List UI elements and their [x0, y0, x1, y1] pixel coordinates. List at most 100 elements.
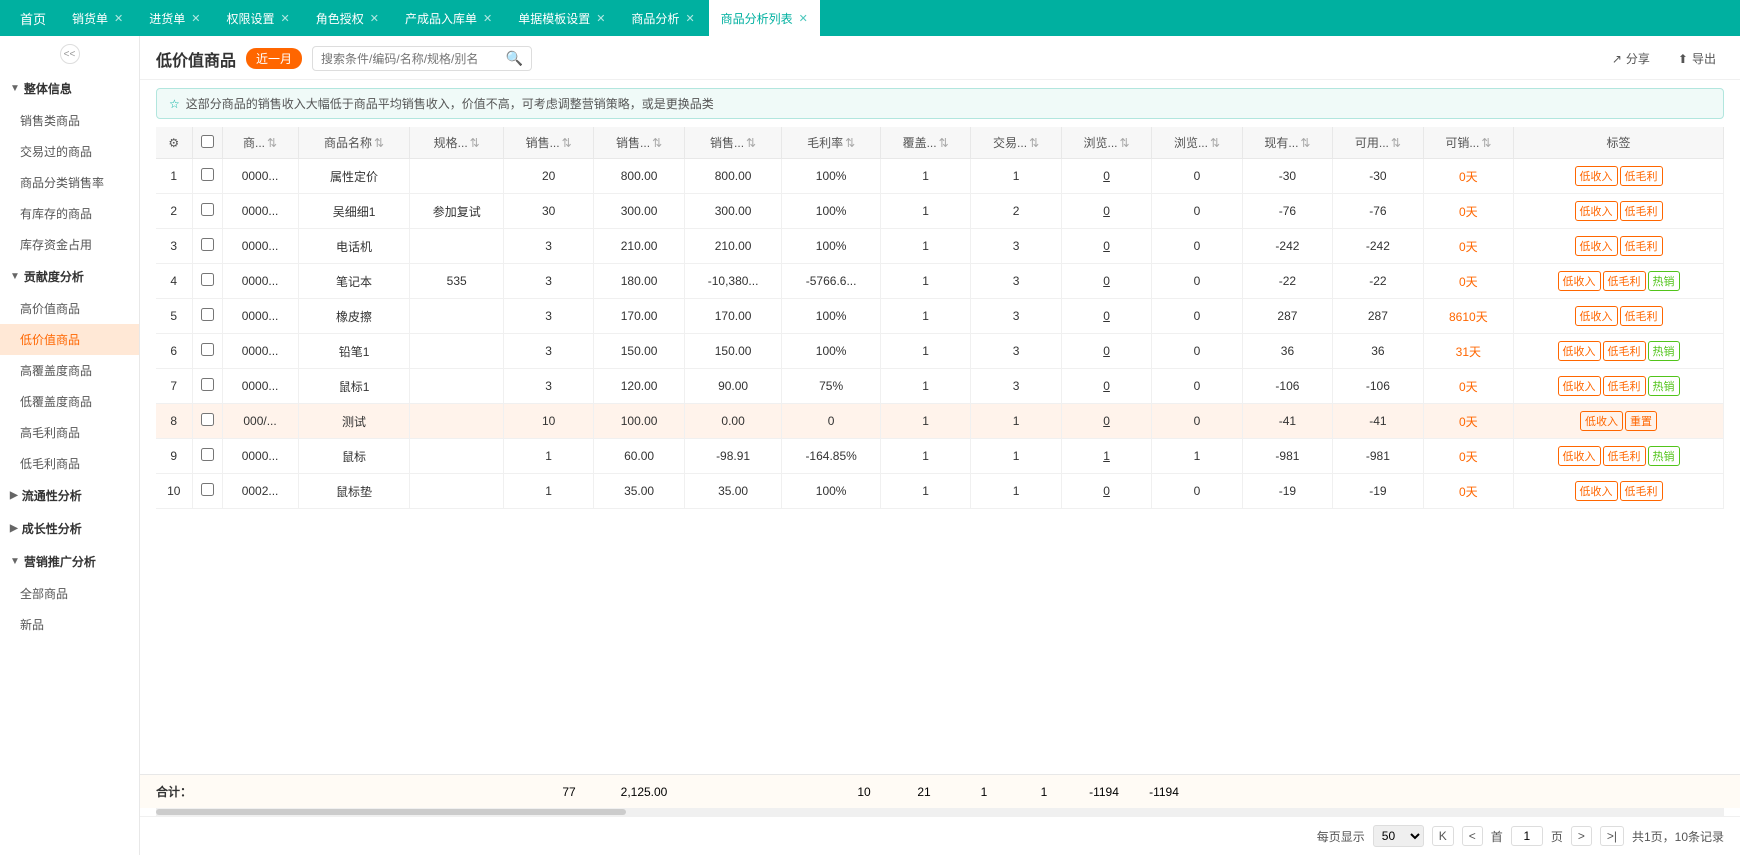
row-checkbox[interactable]: [201, 448, 214, 461]
sidebar-group-liquidity[interactable]: ▶ 流通性分析: [0, 479, 139, 512]
nav-permissions[interactable]: 权限设置 ✕: [214, 0, 301, 36]
sidebar-item-new-products[interactable]: 新品: [0, 609, 139, 640]
views-link[interactable]: 0: [1103, 379, 1110, 393]
views-link[interactable]: 0: [1103, 414, 1110, 428]
views-link[interactable]: 0: [1103, 169, 1110, 183]
close-icon[interactable]: ✕: [596, 12, 605, 25]
close-icon[interactable]: ✕: [281, 12, 290, 25]
row-spec: 参加复试: [410, 194, 503, 229]
row-checkbox[interactable]: [201, 273, 214, 286]
th-views1[interactable]: 浏览...⇅: [1061, 127, 1151, 159]
export-button[interactable]: ⬆ 导出: [1670, 46, 1724, 71]
row-checkbox-cell[interactable]: [192, 439, 222, 474]
th-product-name[interactable]: 商品名称⇅: [298, 127, 410, 159]
sidebar-item-category-sales-rate[interactable]: 商品分类销售率: [0, 167, 139, 198]
sidebar-group-overall[interactable]: ▼ 整体信息: [0, 72, 139, 105]
views-link[interactable]: 0: [1103, 239, 1110, 253]
th-code[interactable]: 商...⇅: [222, 127, 298, 159]
row-checkbox[interactable]: [201, 483, 214, 496]
table-wrapper[interactable]: ⚙ 商...⇅ 商品名称⇅ 规格...⇅ 销售...⇅ 销售...⇅ 销售...…: [156, 127, 1724, 774]
sidebar-item-stock-capital[interactable]: 库存资金占用: [0, 229, 139, 260]
prev-page-button[interactable]: <: [1462, 826, 1483, 846]
th-checkbox[interactable]: [192, 127, 222, 159]
nav-product-analysis[interactable]: 商品分析 ✕: [619, 0, 706, 36]
page-number-input[interactable]: [1511, 826, 1543, 846]
th-sales1[interactable]: 销售...⇅: [503, 127, 593, 159]
row-checkbox[interactable]: [201, 238, 214, 251]
select-all-checkbox[interactable]: [201, 135, 214, 148]
row-checkbox[interactable]: [201, 343, 214, 356]
sidebar-item-traded-products[interactable]: 交易过的商品: [0, 136, 139, 167]
th-stock-available[interactable]: 可用...⇅: [1333, 127, 1423, 159]
row-sales1: 3: [503, 334, 593, 369]
th-gross-margin[interactable]: 毛利率⇅: [782, 127, 881, 159]
views-link[interactable]: 0: [1103, 344, 1110, 358]
sidebar-item-high-coverage[interactable]: 高覆盖度商品: [0, 355, 139, 386]
sidebar-item-high-margin[interactable]: 高毛利商品: [0, 417, 139, 448]
views-link[interactable]: 0: [1103, 309, 1110, 323]
sidebar-item-stock-products[interactable]: 有库存的商品: [0, 198, 139, 229]
nav-role-auth[interactable]: 角色授权 ✕: [304, 0, 391, 36]
th-stock-sellable[interactable]: 可销...⇅: [1423, 127, 1513, 159]
row-transactions: 1: [971, 404, 1061, 439]
row-checkbox[interactable]: [201, 203, 214, 216]
th-settings[interactable]: ⚙: [156, 127, 192, 159]
sidebar-collapse-button[interactable]: <<: [60, 44, 80, 64]
close-icon[interactable]: ✕: [483, 12, 492, 25]
views-link[interactable]: 0: [1103, 274, 1110, 288]
th-sales3[interactable]: 销售...⇅: [684, 127, 782, 159]
time-tag-button[interactable]: 近一月: [246, 48, 302, 69]
close-icon[interactable]: ✕: [685, 12, 694, 25]
row-checkbox-cell[interactable]: [192, 334, 222, 369]
nav-purchase-order[interactable]: 进货单 ✕: [137, 0, 212, 36]
sidebar-group-growth[interactable]: ▶ 成长性分析: [0, 512, 139, 545]
sidebar-item-low-coverage[interactable]: 低覆盖度商品: [0, 386, 139, 417]
close-icon[interactable]: ✕: [799, 12, 808, 25]
nav-product-storage[interactable]: 产成品入库单 ✕: [393, 0, 504, 36]
th-coverage[interactable]: 覆盖...⇅: [880, 127, 970, 159]
sidebar-item-low-margin[interactable]: 低毛利商品: [0, 448, 139, 479]
row-checkbox-cell[interactable]: [192, 159, 222, 194]
info-banner: ☆ 这部分商品的销售收入大幅低于商品平均销售收入，价值不高，可考虑调整营销策略，…: [156, 88, 1724, 119]
nav-template-settings[interactable]: 单据模板设置 ✕: [506, 0, 617, 36]
th-transactions[interactable]: 交易...⇅: [971, 127, 1061, 159]
row-checkbox-cell[interactable]: [192, 264, 222, 299]
row-checkbox-cell[interactable]: [192, 404, 222, 439]
row-checkbox-cell[interactable]: [192, 229, 222, 264]
th-views2[interactable]: 浏览...⇅: [1152, 127, 1242, 159]
chevron-down-icon: ▼: [10, 83, 20, 94]
search-input[interactable]: [321, 52, 500, 66]
row-checkbox-cell[interactable]: [192, 299, 222, 334]
search-icon[interactable]: 🔍: [506, 50, 523, 67]
row-checkbox[interactable]: [201, 378, 214, 391]
sidebar-group-contribution[interactable]: ▼ 贡献度分析: [0, 260, 139, 293]
th-spec[interactable]: 规格...⇅: [410, 127, 503, 159]
row-checkbox-cell[interactable]: [192, 369, 222, 404]
row-checkbox-cell[interactable]: [192, 194, 222, 229]
close-icon[interactable]: ✕: [191, 12, 200, 25]
share-button[interactable]: ↗ 分享: [1604, 46, 1658, 71]
views-link[interactable]: 0: [1103, 204, 1110, 218]
row-checkbox-cell[interactable]: [192, 474, 222, 509]
close-icon[interactable]: ✕: [114, 12, 123, 25]
nav-product-analysis-list[interactable]: 商品分析列表 ✕: [709, 0, 820, 36]
row-checkbox[interactable]: [201, 308, 214, 321]
page-size-select[interactable]: 50 20 100: [1373, 825, 1424, 847]
next-page-button[interactable]: >: [1571, 826, 1592, 846]
sidebar-item-low-value[interactable]: 低价值商品: [0, 324, 139, 355]
close-icon[interactable]: ✕: [370, 12, 379, 25]
th-sales2[interactable]: 销售...⇅: [594, 127, 684, 159]
sidebar-group-marketing[interactable]: ▼ 营销推广分析: [0, 545, 139, 578]
views-link[interactable]: 0: [1103, 484, 1110, 498]
nav-sales-order[interactable]: 销货单 ✕: [60, 0, 135, 36]
first-page-button[interactable]: K: [1432, 826, 1454, 846]
sidebar-item-sales-products[interactable]: 销售类商品: [0, 105, 139, 136]
th-stock-current[interactable]: 现有...⇅: [1242, 127, 1332, 159]
views-link[interactable]: 1: [1103, 449, 1110, 463]
row-checkbox[interactable]: [201, 413, 214, 426]
nav-home[interactable]: 首页: [8, 0, 58, 36]
sidebar-item-high-value[interactable]: 高价值商品: [0, 293, 139, 324]
row-checkbox[interactable]: [201, 168, 214, 181]
last-page-button[interactable]: >|: [1600, 826, 1624, 846]
sidebar-item-all-products[interactable]: 全部商品: [0, 578, 139, 609]
